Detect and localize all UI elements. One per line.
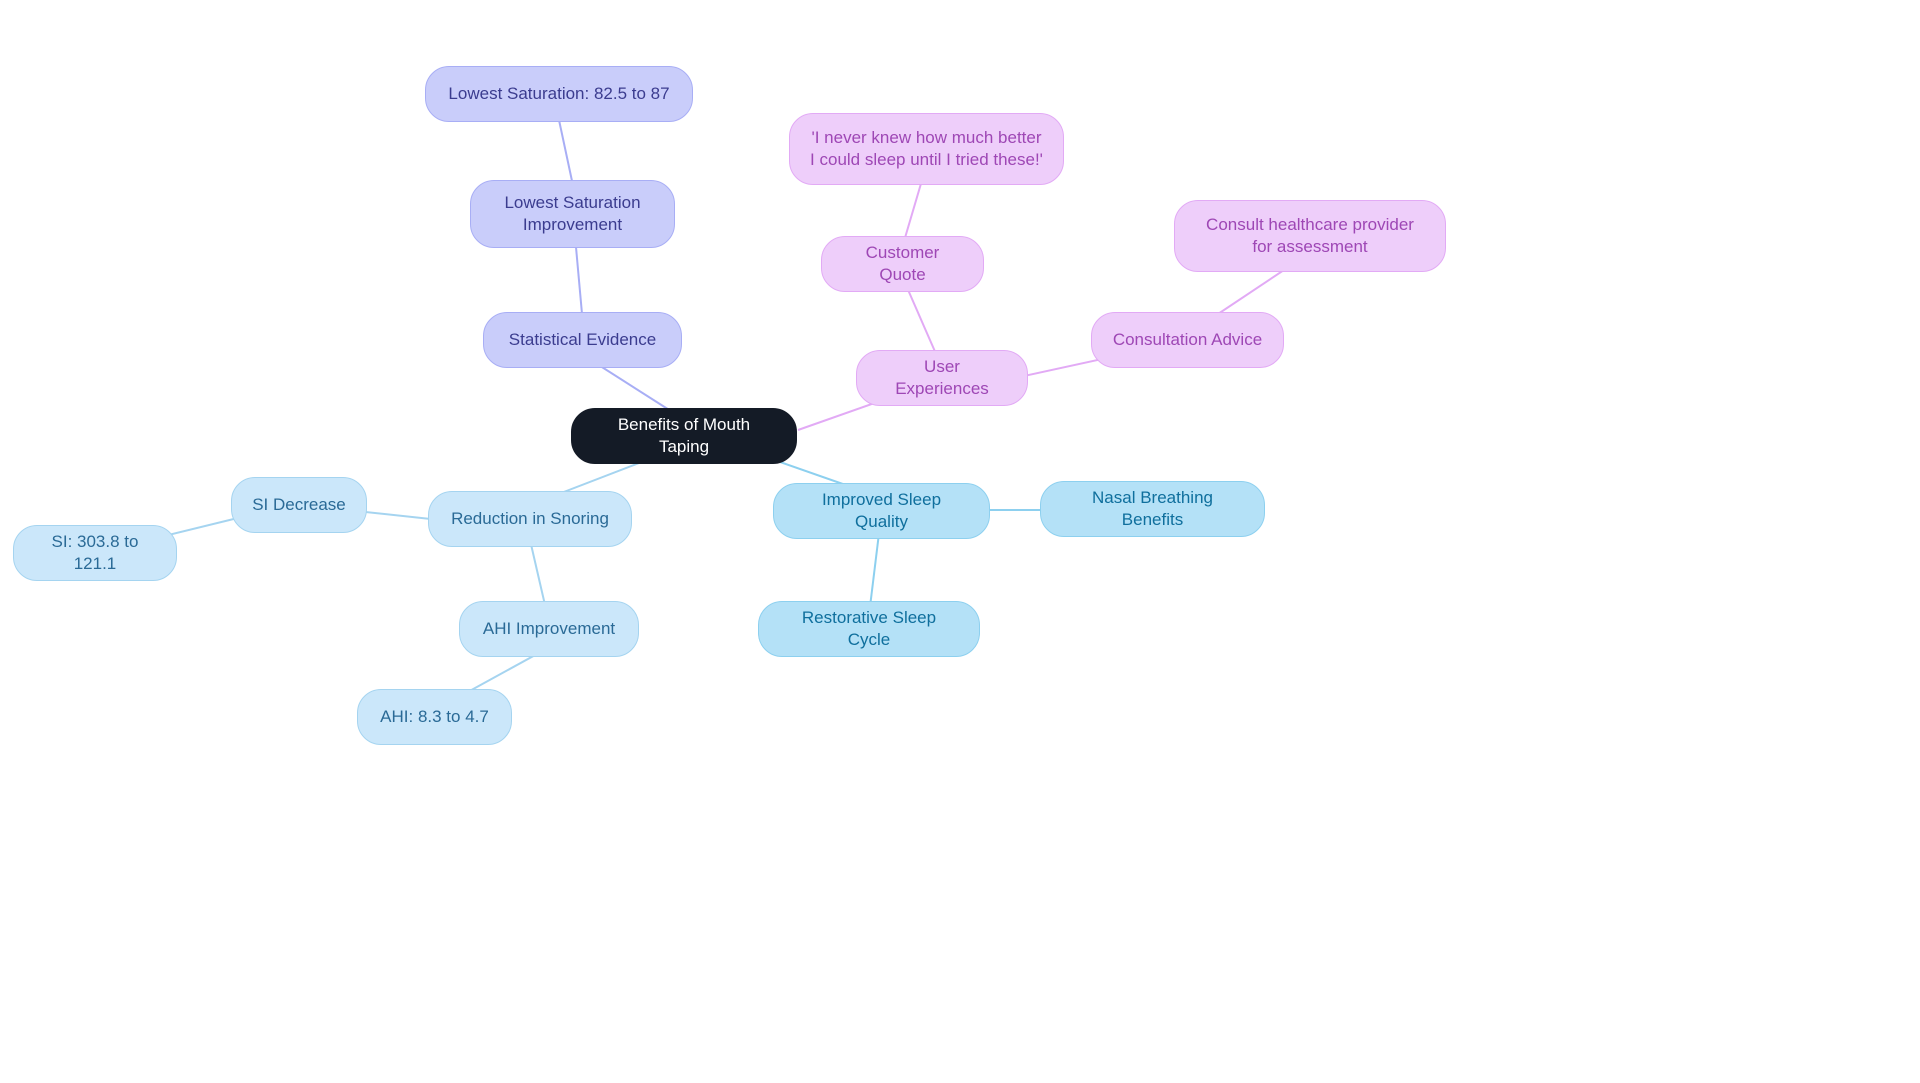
statistical-evidence-node: Statistical Evidence	[483, 312, 682, 368]
statistical-label: Statistical Evidence	[509, 329, 656, 351]
center-node: Benefits of Mouth Taping	[571, 408, 797, 464]
consultation-advice-node: Consultation Advice	[1091, 312, 1284, 368]
user-experiences-node: User Experiences	[856, 350, 1028, 406]
ahi-value-node: AHI: 8.3 to 4.7	[357, 689, 512, 745]
ahi-improvement-label: AHI Improvement	[483, 618, 615, 640]
nasal-breathing-node: Nasal Breathing Benefits	[1040, 481, 1265, 537]
saturation-value-label: Lowest Saturation: 82.5 to 87	[448, 83, 669, 105]
ahi-value-label: AHI: 8.3 to 4.7	[380, 706, 489, 728]
restorative-sleep-node: Restorative Sleep Cycle	[758, 601, 980, 657]
reduction-label: Reduction in Snoring	[451, 508, 609, 530]
customer-quote-label: Customer Quote	[842, 242, 963, 286]
restorative-sleep-label: Restorative Sleep Cycle	[779, 607, 959, 651]
si-value-node: SI: 303.8 to 121.1	[13, 525, 177, 581]
sleep-quality-label: Improved Sleep Quality	[794, 489, 969, 533]
si-decrease-node: SI Decrease	[231, 477, 367, 533]
consultation-label: Consultation Advice	[1113, 329, 1262, 351]
consult-provider-node: Consult healthcare provider for assessme…	[1174, 200, 1446, 272]
quote-text-node: 'I never knew how much better I could sl…	[789, 113, 1064, 185]
ahi-improvement-node: AHI Improvement	[459, 601, 639, 657]
user-label: User Experiences	[877, 356, 1007, 400]
reduction-snoring-node: Reduction in Snoring	[428, 491, 632, 547]
sleep-quality-node: Improved Sleep Quality	[773, 483, 990, 539]
saturation-improvement-node: Lowest Saturation Improvement	[470, 180, 675, 248]
si-value-label: SI: 303.8 to 121.1	[34, 531, 156, 575]
saturation-value-node: Lowest Saturation: 82.5 to 87	[425, 66, 693, 122]
nasal-breathing-label: Nasal Breathing Benefits	[1061, 487, 1244, 531]
customer-quote-node: Customer Quote	[821, 236, 984, 292]
saturation-improvement-label: Lowest Saturation Improvement	[491, 192, 654, 236]
si-decrease-label: SI Decrease	[252, 494, 346, 516]
consult-provider-label: Consult healthcare provider for assessme…	[1195, 214, 1425, 258]
quote-text-label: 'I never knew how much better I could sl…	[810, 127, 1043, 171]
center-label: Benefits of Mouth Taping	[592, 414, 776, 458]
